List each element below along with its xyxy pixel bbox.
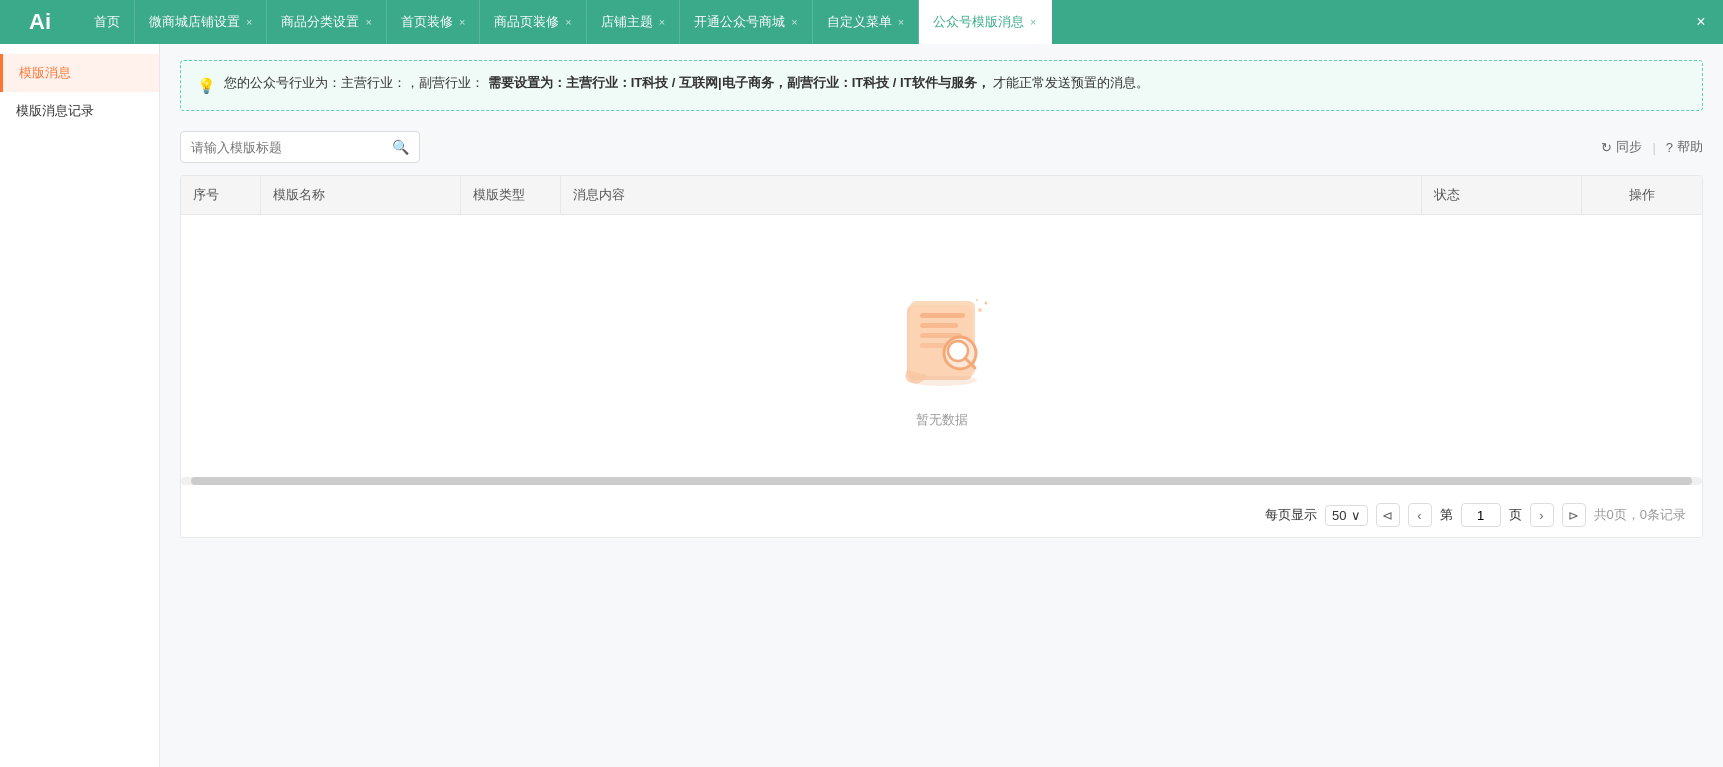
nav-tab-home[interactable]: 首页 [80, 0, 135, 44]
help-button[interactable]: ? 帮助 [1666, 138, 1703, 156]
next-page-button[interactable]: › [1530, 503, 1554, 527]
sync-button[interactable]: ↻ 同步 [1601, 138, 1642, 156]
close-tab-custom-menu[interactable]: × [898, 16, 904, 28]
notice-box: 💡 您的公众号行业为：主营行业：，副营行业： 需要设置为：主营行业：IT科技 /… [180, 60, 1703, 111]
th-type: 模版类型 [461, 176, 561, 214]
sidebar-item-template-message-log[interactable]: 模版消息记录 [0, 92, 159, 130]
main-content: 💡 您的公众号行业为：主营行业：，副营行业： 需要设置为：主营行业：IT科技 /… [160, 44, 1723, 767]
scrollbar-thumb[interactable] [191, 477, 1692, 485]
nav-tab-shop-theme[interactable]: 店铺主题× [587, 0, 680, 44]
first-page-button[interactable]: ⊲ [1376, 503, 1400, 527]
app-logo: Ai [0, 0, 80, 44]
table-wrap: 序号 模版名称 模版类型 消息内容 状态 操作 [180, 175, 1703, 538]
page-size-select[interactable]: 50 ∨ [1325, 505, 1367, 526]
close-tab-wshop-settings[interactable]: × [246, 16, 252, 28]
help-icon: ? [1666, 140, 1673, 155]
th-seq: 序号 [181, 176, 261, 214]
toolbar-right: ↻ 同步 | ? 帮助 [1601, 138, 1703, 156]
nav-tab-template-msg[interactable]: 公众号模版消息× [919, 0, 1051, 44]
pagination: 每页显示 50 ∨ ⊲ ‹ 第 页 › ⊳ 共0页，0条记录 [181, 493, 1702, 537]
svg-rect-3 [920, 313, 965, 318]
layout: 模版消息模版消息记录 💡 您的公众号行业为：主营行业：，副营行业： 需要设置为：… [0, 44, 1723, 767]
close-tab-homepage-decor[interactable]: × [459, 16, 465, 28]
search-bar: 🔍 ↻ 同步 | ? 帮助 [180, 131, 1703, 163]
nav-tab-product-decor[interactable]: 商品页装修× [480, 0, 586, 44]
sync-label: 同步 [1616, 138, 1642, 156]
close-tab-open-mall[interactable]: × [791, 16, 797, 28]
page-size-value: 50 [1332, 508, 1346, 523]
page-input[interactable] [1461, 503, 1501, 527]
empty-state: 暂无数据 [181, 215, 1702, 469]
page-label: 页 [1509, 506, 1522, 524]
sidebar: 模版消息模版消息记录 [0, 44, 160, 767]
notice-highlight: 需要设置为：主营行业：IT科技 / 互联网|电子商务，副营行业：IT科技 / I… [488, 75, 990, 90]
page-size-label: 每页显示 [1265, 506, 1317, 524]
divider: | [1652, 140, 1655, 155]
th-action: 操作 [1582, 176, 1702, 214]
nav-tabs: 首页微商城店铺设置×商品分类设置×首页装修×商品页装修×店铺主题×开通公众号商城… [80, 0, 1679, 44]
page-total: 共0页，0条记录 [1594, 506, 1686, 524]
svg-point-12 [976, 299, 978, 301]
scrollbar-track[interactable] [181, 477, 1702, 485]
sidebar-item-template-message[interactable]: 模版消息 [0, 54, 159, 92]
close-all-button[interactable]: × [1679, 0, 1723, 44]
nav-tab-product-category[interactable]: 商品分类设置× [267, 0, 386, 44]
help-label: 帮助 [1677, 138, 1703, 156]
nav-tab-custom-menu[interactable]: 自定义菜单× [813, 0, 919, 44]
notice-suffix: 才能正常发送预置的消息。 [993, 75, 1149, 90]
sync-icon: ↻ [1601, 140, 1612, 155]
top-nav: Ai 首页微商城店铺设置×商品分类设置×首页装修×商品页装修×店铺主题×开通公众… [0, 0, 1723, 44]
notice-icon: 💡 [197, 74, 216, 98]
close-tab-product-decor[interactable]: × [565, 16, 571, 28]
page-size-arrow: ∨ [1351, 508, 1361, 523]
page-word: 第 [1440, 506, 1453, 524]
search-input-wrap[interactable]: 🔍 [180, 131, 420, 163]
nav-tab-homepage-decor[interactable]: 首页装修× [387, 0, 480, 44]
search-icon[interactable]: 🔍 [392, 139, 409, 155]
svg-rect-4 [920, 323, 958, 328]
table-header: 序号 模版名称 模版类型 消息内容 状态 操作 [181, 176, 1702, 215]
svg-point-11 [984, 302, 987, 305]
close-tab-shop-theme[interactable]: × [659, 16, 665, 28]
th-status: 状态 [1422, 176, 1582, 214]
nav-tab-open-mall[interactable]: 开通公众号商城× [680, 0, 812, 44]
close-tab-template-msg[interactable]: × [1030, 16, 1036, 28]
search-input[interactable] [191, 140, 392, 155]
nav-tab-wshop-settings[interactable]: 微商城店铺设置× [135, 0, 267, 44]
close-tab-product-category[interactable]: × [365, 16, 371, 28]
notice-prefix: 您的公众号行业为：主营行业：，副营行业： [224, 75, 484, 90]
notice-text: 您的公众号行业为：主营行业：，副营行业： 需要设置为：主营行业：IT科技 / 互… [224, 73, 1149, 94]
svg-point-10 [978, 308, 982, 312]
th-content: 消息内容 [561, 176, 1422, 214]
last-page-button[interactable]: ⊳ [1562, 503, 1586, 527]
empty-icon [882, 275, 1002, 395]
prev-page-button[interactable]: ‹ [1408, 503, 1432, 527]
empty-text: 暂无数据 [916, 411, 968, 429]
th-name: 模版名称 [261, 176, 461, 214]
